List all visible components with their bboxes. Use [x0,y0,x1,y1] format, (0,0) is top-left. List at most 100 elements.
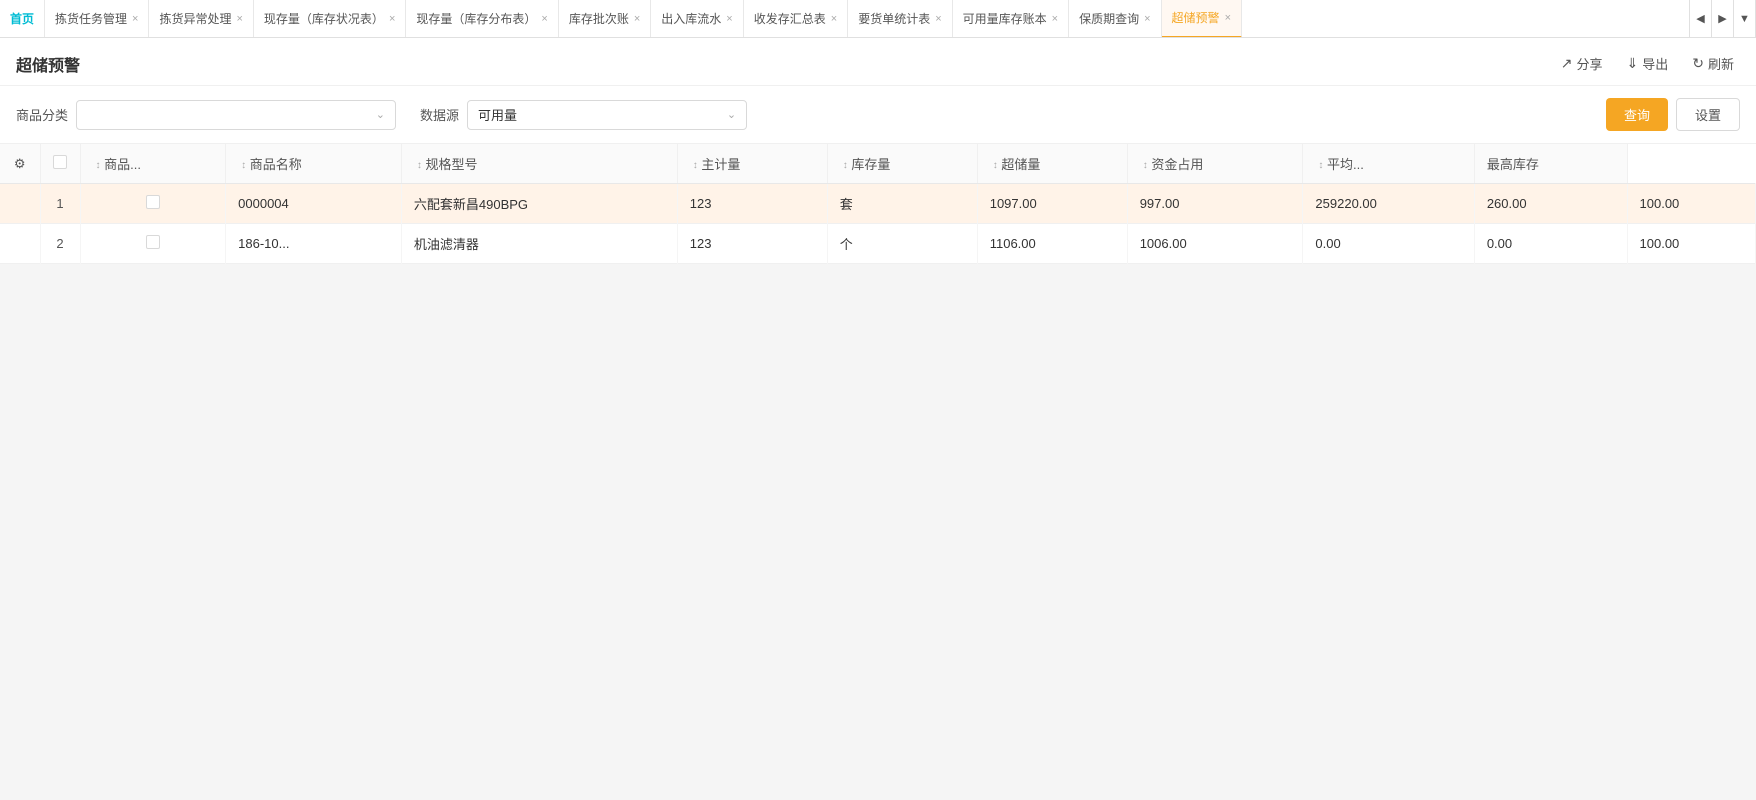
page-title: 超储预警 [16,52,80,76]
filter-area: 商品分类 ⌄ 数据源 可用量 ⌄ 查询 设置 [0,86,1756,144]
row-max-stock: 100.00 [1627,224,1755,264]
gear-icon: ⚙ [14,156,26,171]
share-icon: ↗ [1561,55,1573,72]
close-icon[interactable]: × [236,13,242,25]
row-capital: 259220.00 [1303,184,1474,224]
sort-icon: ↕ [241,160,246,171]
close-icon[interactable]: × [132,13,138,25]
row-gear-cell [0,224,40,264]
topbar: 首页 拣货任务管理 × 拣货异常处理 × 现存量（库存状况表） × 现存量（库存… [0,0,1756,38]
row-stock: 1097.00 [977,184,1127,224]
col-product-code[interactable]: ↕ 商品... [80,144,226,184]
close-icon[interactable]: × [831,13,837,25]
row-avg: 0.00 [1474,224,1627,264]
close-icon[interactable]: × [1225,12,1231,24]
row-product-name: 六配套新昌490BPG [401,184,677,224]
tab-inout-flow[interactable]: 出入库流水 × [651,0,743,38]
table-container: ⚙ ↕ 商品... ↕ 商品名称 ↕ 规格型号 [0,144,1756,264]
category-filter-group: 商品分类 ⌄ [16,100,396,130]
datasource-filter-group: 数据源 可用量 ⌄ [420,100,747,130]
close-icon[interactable]: × [634,13,640,25]
tab-jianhuo-exception[interactable]: 拣货异常处理 × [149,0,253,38]
close-icon[interactable]: × [541,13,547,25]
nav-prev-button[interactable]: ◀ [1690,0,1712,38]
query-button[interactable]: 查询 [1606,98,1668,131]
tab-receive-summary[interactable]: 收发存汇总表 × [744,0,848,38]
col-spec[interactable]: ↕ 规格型号 [401,144,677,184]
row-overstock: 997.00 [1127,184,1303,224]
row-product-code: 186-10... [226,224,402,264]
share-button[interactable]: ↗ 分享 [1555,50,1609,77]
header-actions: ↗ 分享 ⇓ 导出 ↻ 刷新 [1555,50,1740,77]
col-max-stock[interactable]: 最高库存 [1474,144,1627,184]
refresh-button[interactable]: ↻ 刷新 [1686,50,1740,77]
close-icon[interactable]: × [935,13,941,25]
col-unit[interactable]: ↕ 主计量 [677,144,827,184]
col-gear[interactable]: ⚙ [0,144,40,184]
row-checkbox[interactable] [146,235,160,249]
sort-icon: ↕ [417,160,422,171]
export-icon: ⇓ [1627,55,1639,72]
col-avg[interactable]: ↕ 平均... [1303,144,1474,184]
row-overstock: 1006.00 [1127,224,1303,264]
filter-actions: 查询 设置 [1606,98,1740,131]
tab-home[interactable]: 首页 [0,0,45,38]
close-icon[interactable]: × [1052,13,1058,25]
row-capital: 0.00 [1303,224,1474,264]
datasource-select[interactable]: 可用量 ⌄ [467,100,747,130]
row-no: 2 [40,224,80,264]
tab-stock-status[interactable]: 现存量（库存状况表） × [254,0,406,38]
category-select[interactable]: ⌄ [76,100,396,130]
row-avg: 260.00 [1474,184,1627,224]
sort-icon: ↕ [1318,160,1323,171]
header-checkbox[interactable] [53,155,67,169]
close-icon[interactable]: × [389,13,395,25]
tab-quality-check[interactable]: 保质期查询 × [1069,0,1161,38]
row-product-name: 机油滤清器 [401,224,677,264]
datasource-label: 数据源 [420,105,459,124]
tab-overstock-warning[interactable]: 超储预警 × [1162,0,1242,38]
tab-batch-account[interactable]: 库存批次账 × [559,0,651,38]
col-product-name[interactable]: ↕ 商品名称 [226,144,402,184]
row-spec: 123 [677,184,827,224]
col-checkbox-header[interactable] [40,144,80,184]
table-row: 2 186-10... 机油滤清器 123 个 1106.00 1006.00 … [0,224,1756,264]
chevron-down-icon: ⌄ [376,108,385,121]
col-capital[interactable]: ↕ 资金占用 [1127,144,1303,184]
row-gear-cell [0,184,40,224]
row-spec: 123 [677,224,827,264]
close-icon[interactable]: × [726,13,732,25]
tab-jianhuo-task[interactable]: 拣货任务管理 × [45,0,149,38]
row-unit: 套 [827,184,977,224]
chevron-down-icon: ⌄ [727,108,736,121]
page-container: 超储预警 ↗ 分享 ⇓ 导出 ↻ 刷新 商品分类 ⌄ 数据源 [0,38,1756,264]
page-header: 超储预警 ↗ 分享 ⇓ 导出 ↻ 刷新 [0,38,1756,86]
sort-icon: ↕ [843,160,848,171]
tab-order-stats[interactable]: 要货单统计表 × [848,0,952,38]
row-stock: 1106.00 [977,224,1127,264]
export-button[interactable]: ⇓ 导出 [1621,50,1675,77]
row-no: 1 [40,184,80,224]
tab-available-stock[interactable]: 可用量库存账本 × [953,0,1069,38]
row-checkbox-cell[interactable] [80,184,226,224]
row-unit: 个 [827,224,977,264]
sort-icon: ↕ [993,160,998,171]
nav-next-button[interactable]: ▶ [1712,0,1734,38]
table-header-row: ⚙ ↕ 商品... ↕ 商品名称 ↕ 规格型号 [0,144,1756,184]
row-checkbox-cell[interactable] [80,224,226,264]
setting-button[interactable]: 设置 [1676,98,1740,131]
refresh-icon: ↻ [1692,55,1704,72]
sort-icon: ↕ [693,160,698,171]
close-icon[interactable]: × [1144,13,1150,25]
sort-icon: ↕ [96,160,101,171]
col-overstock[interactable]: ↕ 超储量 [977,144,1127,184]
nav-arrows: ◀ ▶ ▼ [1689,0,1756,38]
row-product-code: 0000004 [226,184,402,224]
nav-menu-button[interactable]: ▼ [1734,0,1756,38]
row-checkbox[interactable] [146,195,160,209]
row-max-stock: 100.00 [1627,184,1755,224]
datasource-value: 可用量 [478,105,517,124]
col-stock[interactable]: ↕ 库存量 [827,144,977,184]
tab-stock-dist[interactable]: 现存量（库存分布表） × [406,0,558,38]
category-label: 商品分类 [16,105,68,124]
